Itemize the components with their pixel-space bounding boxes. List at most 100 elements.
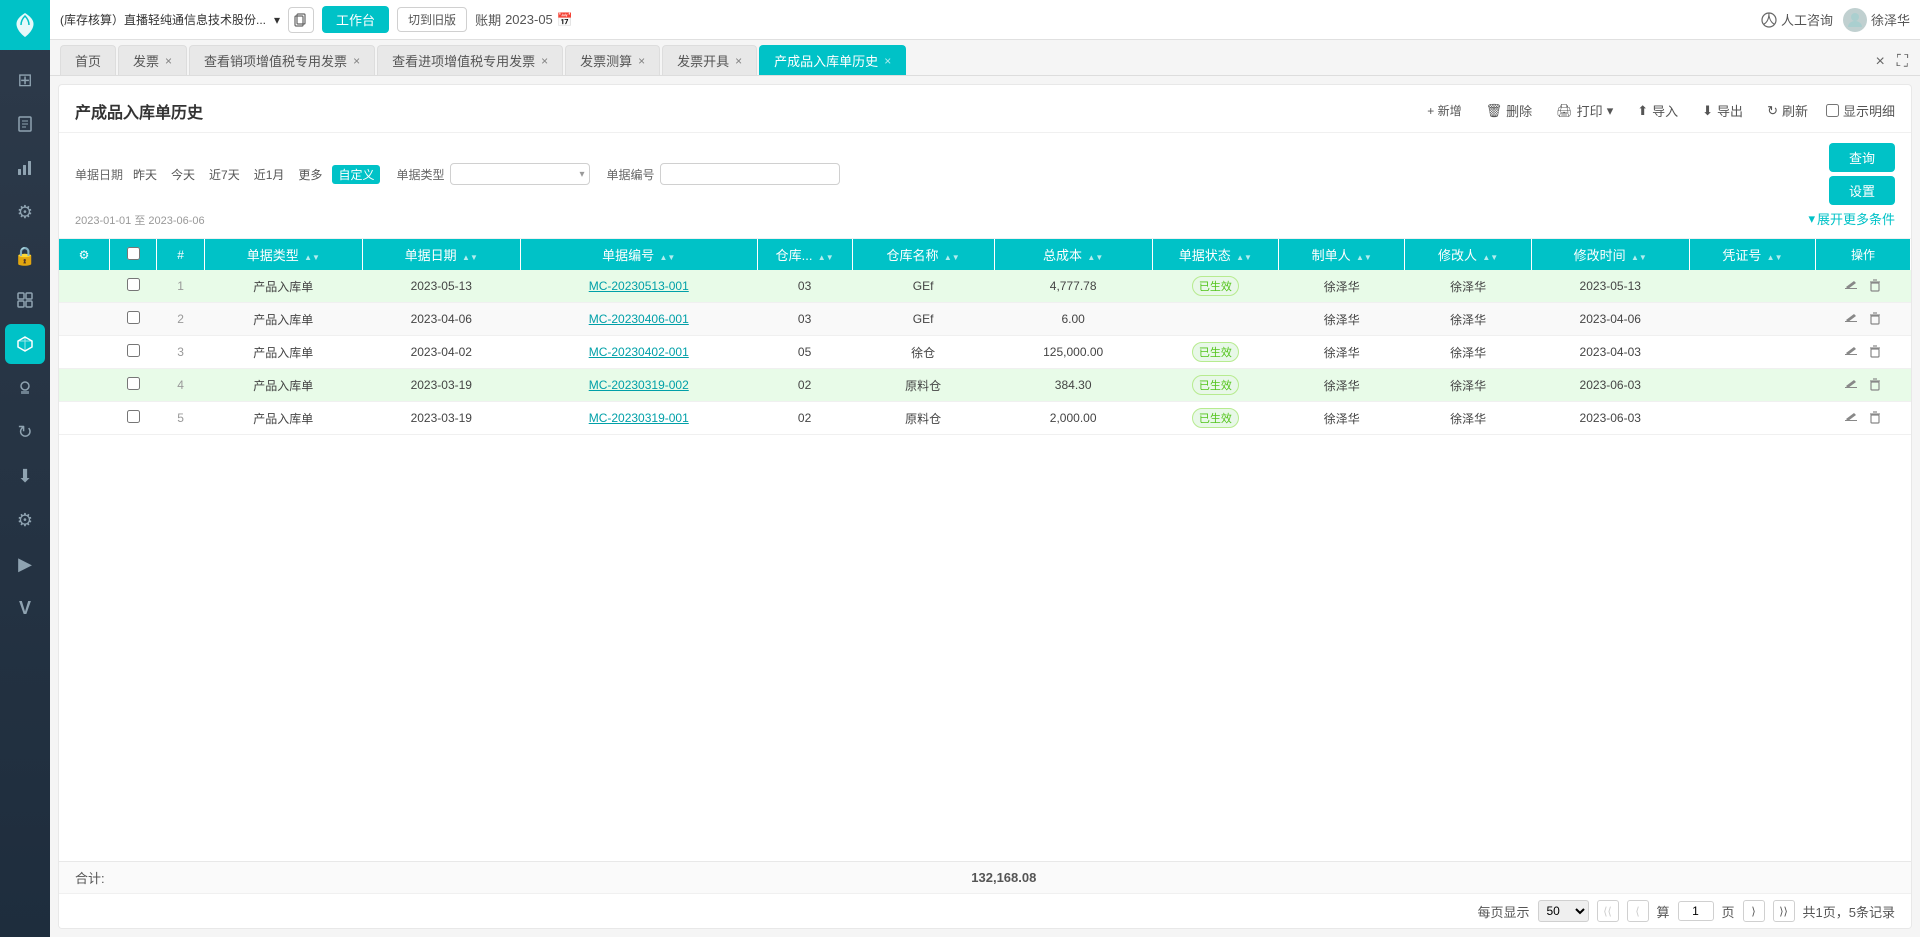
row-checkbox-cell[interactable] <box>110 402 157 435</box>
filter-num-input[interactable] <box>660 163 840 185</box>
first-page-btn[interactable]: ⟨⟨ <box>1597 900 1619 922</box>
print-btn[interactable]: 🖨 打印 ▾ <box>1550 97 1619 124</box>
select-all-checkbox[interactable] <box>127 247 140 260</box>
col-modify-time[interactable]: 修改时间 ▲▼ <box>1531 239 1689 270</box>
tab-expand-btn[interactable]: ⛶ <box>1895 51 1910 73</box>
col-date[interactable]: 单据日期 ▲▼ <box>362 239 520 270</box>
sidebar-item-play[interactable]: ▶ <box>5 544 45 584</box>
expand-btn[interactable]: ▾ 展开更多条件 <box>1808 209 1895 228</box>
col-status[interactable]: 单据状态 ▲▼ <box>1152 239 1278 270</box>
tab-open-close[interactable]: × <box>735 55 742 67</box>
row-checkbox[interactable] <box>127 278 140 291</box>
tab-history-close[interactable]: × <box>884 55 891 67</box>
prev-page-btn[interactable]: ⟨ <box>1627 900 1649 922</box>
workbench-btn[interactable]: 工作台 <box>322 6 389 33</box>
delete-btn[interactable]: 🗑 删除 <box>1480 97 1539 124</box>
col-type-sort[interactable]: ▲▼ <box>304 254 320 262</box>
row-edit-icon[interactable] <box>1841 375 1861 395</box>
page-input[interactable] <box>1678 901 1714 921</box>
row-code[interactable]: MC-20230319-002 <box>520 369 757 402</box>
row-code[interactable]: MC-20230406-001 <box>520 303 757 336</box>
row-checkbox-cell[interactable] <box>110 303 157 336</box>
new-btn[interactable]: + 新增 <box>1421 98 1467 123</box>
sidebar-item-s1[interactable]: ⚙ <box>5 192 45 232</box>
sidebar-item-doc[interactable] <box>5 104 45 144</box>
col-wh-name[interactable]: 仓库名称 ▲▼ <box>852 239 994 270</box>
sidebar-item-stamp[interactable] <box>5 368 45 408</box>
filter-today[interactable]: 今天 <box>167 165 199 184</box>
row-code[interactable]: MC-20230319-001 <box>520 402 757 435</box>
row-checkbox[interactable] <box>127 377 140 390</box>
tab-invoice-close[interactable]: × <box>165 55 172 67</box>
query-btn[interactable]: 查询 <box>1829 143 1895 172</box>
col-type[interactable]: 单据类型 ▲▼ <box>204 239 362 270</box>
row-checkbox[interactable] <box>127 344 140 357</box>
display-switch[interactable]: 显示明细 <box>1826 101 1895 120</box>
row-checkbox-cell[interactable] <box>110 369 157 402</box>
tab-sales-vat-close[interactable]: × <box>353 55 360 67</box>
display-switch-checkbox[interactable] <box>1826 104 1839 117</box>
row-edit-icon[interactable] <box>1841 309 1861 329</box>
sidebar-item-cog[interactable]: ⚙ <box>5 500 45 540</box>
next-page-btn[interactable]: ⟩ <box>1743 900 1765 922</box>
col-wh-code[interactable]: 仓库... ▲▼ <box>757 239 852 270</box>
col-modify-time-sort[interactable]: ▲▼ <box>1631 254 1647 262</box>
sidebar-item-grid[interactable] <box>5 280 45 320</box>
help-btn[interactable]: 人 人工咨询 <box>1761 10 1833 29</box>
row-delete-icon[interactable] <box>1865 276 1885 296</box>
filter-7days[interactable]: 近7天 <box>205 165 244 184</box>
period-calendar-icon[interactable]: 📅 <box>557 12 573 28</box>
refresh-btn[interactable]: ↻ 刷新 <box>1761 97 1814 124</box>
filter-type-select[interactable]: 产品入库单 <box>450 163 590 185</box>
import-btn[interactable]: ⬆ 导入 <box>1631 97 1684 124</box>
filter-more[interactable]: 更多 <box>294 165 326 184</box>
col-code-sort[interactable]: ▲▼ <box>660 254 676 262</box>
col-voucher[interactable]: 凭证号 ▲▼ <box>1689 239 1815 270</box>
export-btn[interactable]: ⬇ 导出 <box>1696 97 1749 124</box>
topbar-company-chevron[interactable]: ▾ <box>274 13 280 27</box>
col-voucher-sort[interactable]: ▲▼ <box>1767 254 1783 262</box>
col-code[interactable]: 单据编号 ▲▼ <box>520 239 757 270</box>
filter-yesterday[interactable]: 昨天 <box>129 165 161 184</box>
tab-calc[interactable]: 发票测算 × <box>565 45 660 75</box>
tab-invoice[interactable]: 发票 × <box>118 45 187 75</box>
tab-purchase-vat[interactable]: 查看进项增值税专用发票 × <box>377 45 563 75</box>
col-wh-code-sort[interactable]: ▲▼ <box>818 254 834 262</box>
col-wh-name-sort[interactable]: ▲▼ <box>944 254 960 262</box>
col-settings[interactable]: ⚙ <box>59 239 110 270</box>
row-edit-icon[interactable] <box>1841 276 1861 296</box>
col-date-sort[interactable]: ▲▼ <box>462 254 478 262</box>
row-checkbox-cell[interactable] <box>110 270 157 303</box>
row-code[interactable]: MC-20230402-001 <box>520 336 757 369</box>
last-page-btn[interactable]: ⟩⟩ <box>1773 900 1795 922</box>
filter-custom[interactable]: 自定义 <box>332 165 380 184</box>
row-delete-icon[interactable] <box>1865 309 1885 329</box>
row-delete-icon[interactable] <box>1865 342 1885 362</box>
sidebar-item-inventory[interactable] <box>5 324 45 364</box>
sidebar-item-v[interactable]: V <box>5 588 45 628</box>
tab-history[interactable]: 产成品入库单历史 × <box>759 45 906 75</box>
tab-open[interactable]: 发票开具 × <box>662 45 757 75</box>
col-creator-sort[interactable]: ▲▼ <box>1356 254 1372 262</box>
tab-purchase-vat-close[interactable]: × <box>541 55 548 67</box>
sidebar-item-chart[interactable] <box>5 148 45 188</box>
row-code[interactable]: MC-20230513-001 <box>520 270 757 303</box>
sidebar-item-download[interactable]: ⬇ <box>5 456 45 496</box>
sidebar-item-refresh[interactable]: ↻ <box>5 412 45 452</box>
row-checkbox[interactable] <box>127 410 140 423</box>
row-checkbox-cell[interactable] <box>110 336 157 369</box>
col-cost[interactable]: 总成本 ▲▼ <box>994 239 1152 270</box>
tab-sales-vat[interactable]: 查看销项增值税专用发票 × <box>189 45 375 75</box>
sidebar-item-lock[interactable]: 🔒 <box>5 236 45 276</box>
col-modifier-sort[interactable]: ▲▼ <box>1482 254 1498 262</box>
switch-btn[interactable]: 切到旧版 <box>397 7 467 32</box>
tab-close-all-btn[interactable]: × <box>1873 51 1886 73</box>
row-edit-icon[interactable] <box>1841 342 1861 362</box>
filter-1month[interactable]: 近1月 <box>250 165 289 184</box>
col-modifier[interactable]: 修改人 ▲▼ <box>1405 239 1531 270</box>
col-checkbox[interactable] <box>110 239 157 270</box>
col-cost-sort[interactable]: ▲▼ <box>1087 254 1103 262</box>
user-menu[interactable]: 徐泽华 <box>1843 8 1910 32</box>
col-status-sort[interactable]: ▲▼ <box>1236 254 1252 262</box>
row-checkbox[interactable] <box>127 311 140 324</box>
